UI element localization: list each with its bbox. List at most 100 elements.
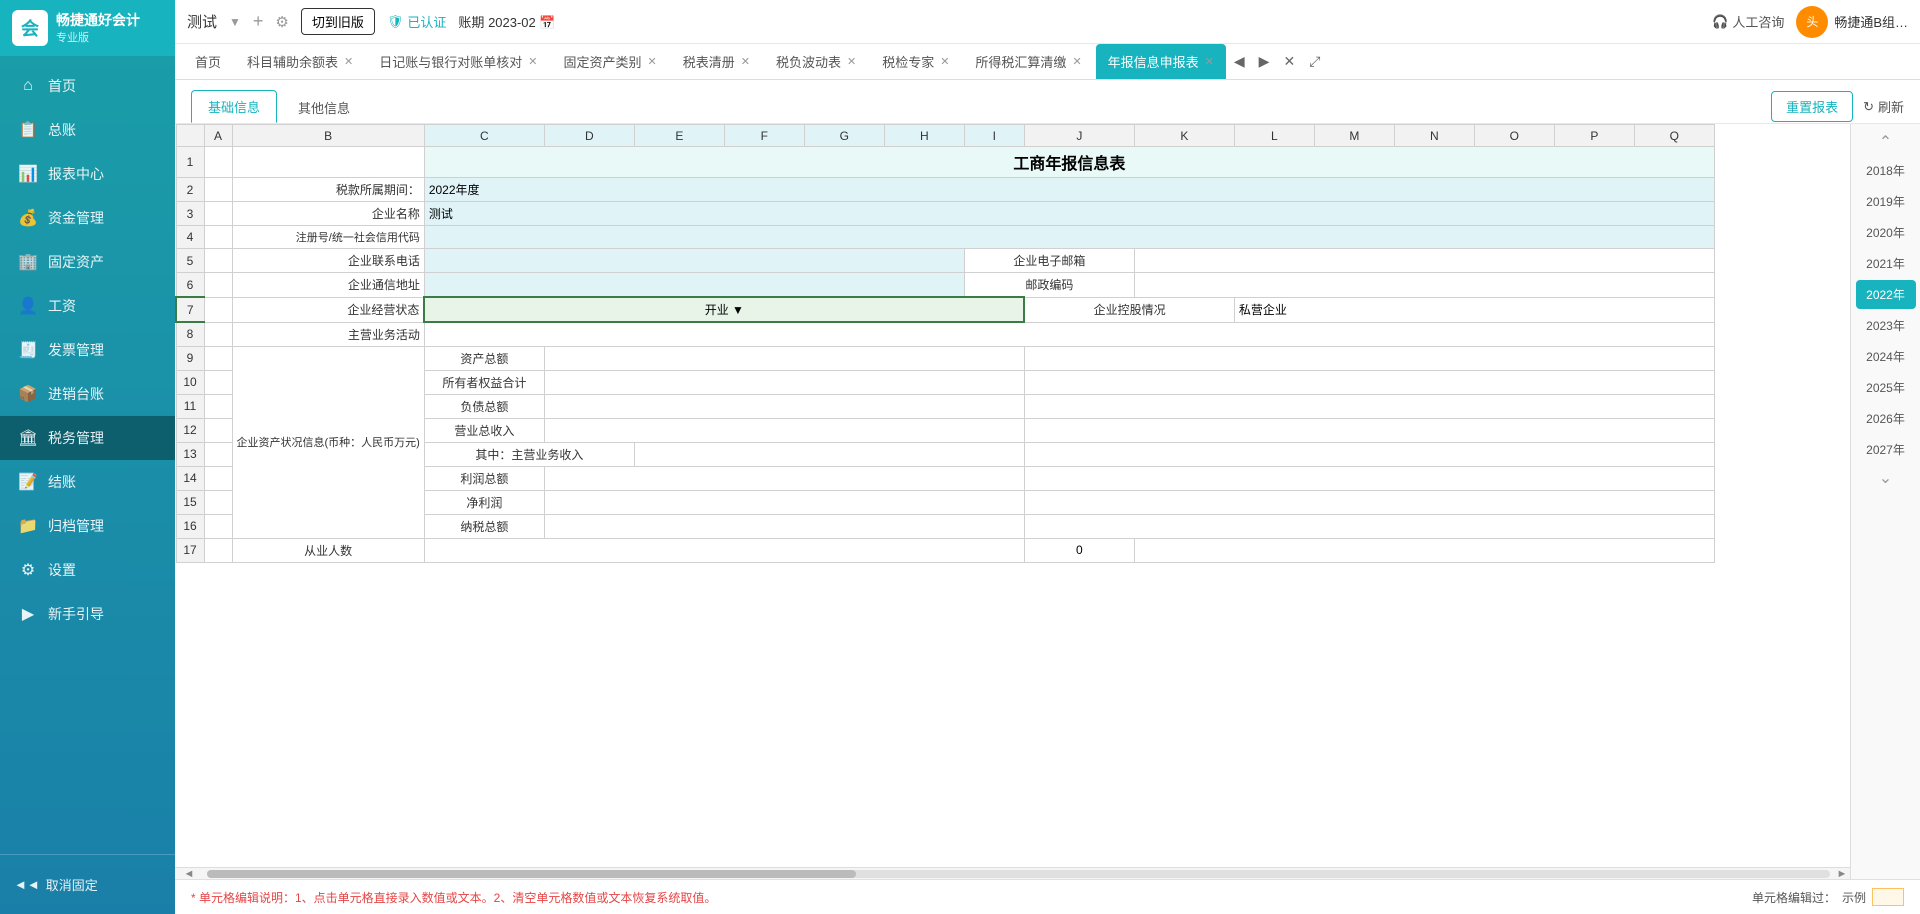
year-item-2020年[interactable]: 2020年 [1856,218,1916,247]
year-item-2021年[interactable]: 2021年 [1856,249,1916,278]
sidebar-item-invoice[interactable]: 🧾发票管理 [0,328,175,372]
cell-6-A[interactable] [204,273,232,298]
col-header-H[interactable]: H [884,125,964,147]
cell-3-C[interactable]: 测试 [424,202,1714,226]
tab-tax_expert[interactable]: 税检专家✕ [870,44,961,80]
cell-14-A[interactable] [204,466,232,490]
col-header-B[interactable]: B [232,125,424,147]
cell-16-D[interactable] [544,514,1024,538]
sidebar-item-salary[interactable]: 👤工资 [0,284,175,328]
tab-income_tax[interactable]: 所得税汇算清缴✕ [963,44,1093,80]
cell-12-D[interactable] [544,418,1024,442]
spreadsheet-scroll[interactable]: ABCDEFGHIJKLMNOPQ1工商年报信息表2税款所属期间：2022年度3… [175,124,1850,867]
cell-5-K[interactable] [1134,249,1714,273]
cell-1-A[interactable] [204,147,232,178]
cell-10-D[interactable] [544,370,1024,394]
tab-close-tax_wave[interactable]: ✕ [847,55,856,68]
cell-7-A[interactable] [204,297,232,322]
year-item-2022年[interactable]: 2022年 [1856,280,1916,309]
cell-2-A[interactable] [204,178,232,202]
topbar-user[interactable]: 头 畅捷通B组… [1796,6,1908,38]
cell-1-title[interactable]: 工商年报信息表 [424,147,1714,178]
topbar-add-btn[interactable]: + [253,11,264,32]
tab-tax_list[interactable]: 税表清册✕ [671,44,762,80]
topbar-old-version-btn[interactable]: 切到旧版 [301,8,375,35]
sidebar-item-guide[interactable]: ▶新手引导 [0,592,175,636]
cell-8-C[interactable] [424,322,1714,346]
col-header-G[interactable]: G [804,125,884,147]
cell-10-A[interactable] [204,370,232,394]
sidebar-item-report[interactable]: 📊报表中心 [0,152,175,196]
sidebar-item-ledger[interactable]: 📋总账 [0,108,175,152]
cell-12-J[interactable] [1024,418,1714,442]
tab-close-income_tax[interactable]: ✕ [1072,55,1081,68]
cell-17-K[interactable] [1134,538,1714,562]
cell-11-A[interactable] [204,394,232,418]
subtab-other[interactable]: 其他信息 [281,91,367,123]
cell-9-D[interactable] [544,346,1024,370]
year-item-2024年[interactable]: 2024年 [1856,342,1916,371]
cell-16-J[interactable] [1024,514,1714,538]
sidebar-item-settle[interactable]: 📝结账 [0,460,175,504]
subtab-basic[interactable]: 基础信息 [191,90,277,123]
sidebar-item-settings[interactable]: ⚙设置 [0,548,175,592]
topbar-dropdown-arrow[interactable]: ▼ [229,15,241,29]
year-item-2027年[interactable]: 2027年 [1856,435,1916,464]
tab-fixed_type[interactable]: 固定资产类别✕ [551,44,668,80]
tab-tax_wave[interactable]: 税负波动表✕ [764,44,868,80]
col-header-J[interactable]: J [1024,125,1134,147]
col-header-L[interactable]: L [1234,125,1314,147]
year-item-2025年[interactable]: 2025年 [1856,373,1916,402]
tab-aux[interactable]: 科目辅助余额表✕ [235,44,365,80]
col-header-O[interactable]: O [1474,125,1554,147]
cell-3-A[interactable] [204,202,232,226]
col-header-D[interactable]: D [544,125,634,147]
sidebar-item-archive[interactable]: 📁归档管理 [0,504,175,548]
tab-close-journal[interactable]: ✕ [528,55,537,68]
cell-17-J[interactable]: 0 [1024,538,1134,562]
col-header-K[interactable]: K [1134,125,1234,147]
sidebar-item-sales[interactable]: 📦进销台账 [0,372,175,416]
col-header-A[interactable]: A [204,125,232,147]
cell-4-C[interactable] [424,226,1714,249]
year-up-btn[interactable]: ⌃ [1877,130,1894,154]
year-item-2018年[interactable]: 2018年 [1856,156,1916,185]
sidebar-item-capital[interactable]: 💰资金管理 [0,196,175,240]
year-item-2019年[interactable]: 2019年 [1856,187,1916,216]
cell-13-A[interactable] [204,442,232,466]
cell-6-K[interactable] [1134,273,1714,298]
cell-7-L[interactable]: 私营企业 [1234,297,1714,322]
col-header-I[interactable]: I [964,125,1024,147]
cancel-fixed-btn[interactable]: ◄◄ 取消固定 [0,865,175,904]
reset-report-btn[interactable]: 重置报表 [1771,91,1853,122]
sidebar-item-fixed[interactable]: 🏢固定资产 [0,240,175,284]
tab-next-btn[interactable]: ▶ [1253,49,1276,74]
cell-15-A[interactable] [204,490,232,514]
cell-15-D[interactable] [544,490,1024,514]
cell-12-A[interactable] [204,418,232,442]
col-header-F[interactable]: F [724,125,804,147]
year-down-btn[interactable]: ⌄ [1877,466,1894,490]
tab-close-tax_expert[interactable]: ✕ [940,55,949,68]
tab-expand-btn[interactable]: ⤢ [1303,49,1326,74]
cell-9-A[interactable] [204,346,232,370]
year-item-2026年[interactable]: 2026年 [1856,404,1916,433]
tab-journal[interactable]: 日记账与银行对账单核对✕ [367,44,549,80]
hscroll-track[interactable] [207,870,1830,878]
col-header-C[interactable]: C [424,125,544,147]
cell-14-D[interactable] [544,466,1024,490]
cell-5-A[interactable] [204,249,232,273]
cell-14-J[interactable] [1024,466,1714,490]
topbar-service-btn[interactable]: 🎧 人工咨询 [1712,12,1784,31]
cell-7-C[interactable]: 开业 ▼ [424,297,1024,322]
col-header-N[interactable]: N [1394,125,1474,147]
col-header-Q[interactable]: Q [1634,125,1714,147]
calendar-icon[interactable]: 📅 [539,15,555,30]
tab-close-all-btn[interactable]: ✕ [1277,49,1301,74]
tab-close-aux[interactable]: ✕ [344,55,353,68]
cell-6-C[interactable] [424,273,964,298]
cell-16-A[interactable] [204,514,232,538]
topbar-gear-btn[interactable]: ⚙ [275,13,288,31]
cell-8-A[interactable] [204,322,232,346]
tab-prev-btn[interactable]: ◀ [1228,49,1251,74]
